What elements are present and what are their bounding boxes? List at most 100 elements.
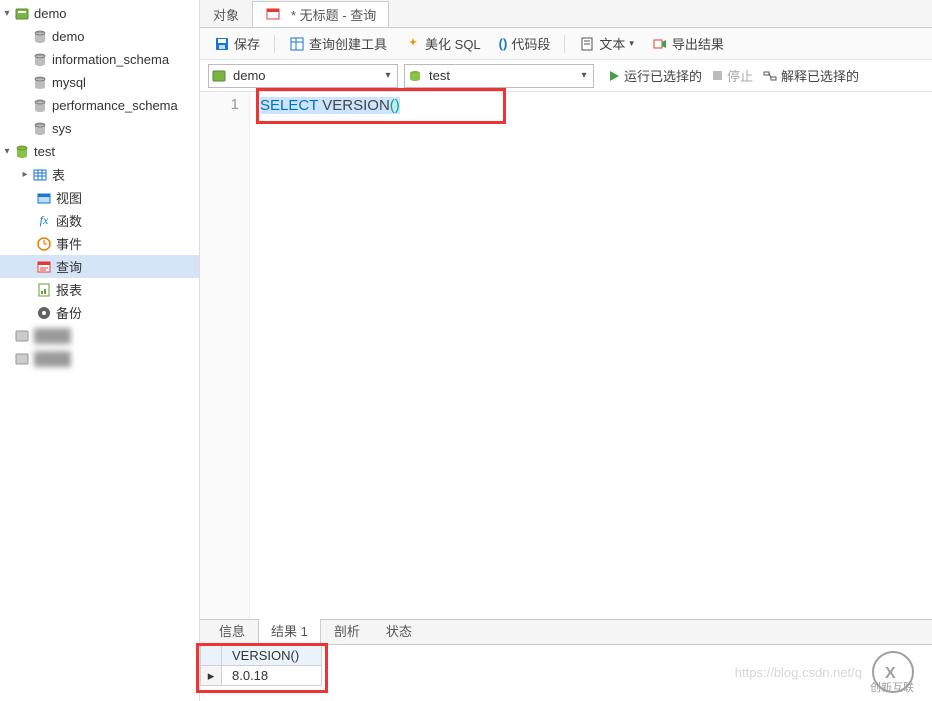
combo-text: test	[425, 68, 575, 83]
tree-reports[interactable]: 报表	[0, 278, 199, 301]
tab-result[interactable]: 结果 1	[258, 617, 321, 644]
tree-label: 函数	[56, 211, 82, 230]
tree-label: 查询	[56, 257, 82, 276]
export-button[interactable]: 导出结果	[646, 32, 730, 55]
query-builder-label: 查询创建工具	[309, 34, 387, 53]
beautify-button[interactable]: 美化 SQL	[399, 32, 487, 55]
code-area[interactable]: SELECT VERSION()	[250, 92, 932, 619]
watermark-url: https://blog.csdn.net/q	[735, 665, 862, 680]
tab-profile[interactable]: 剖析	[321, 617, 373, 644]
connection-icon	[14, 328, 30, 344]
tree-events[interactable]: 事件	[0, 232, 199, 255]
tree-db-mysql[interactable]: mysql	[0, 71, 199, 94]
database-combo[interactable]: test ▾	[404, 64, 594, 88]
save-icon	[214, 36, 230, 52]
tree-root-label: demo	[34, 6, 67, 21]
connection-icon	[209, 69, 229, 83]
chevron-down-icon[interactable]: ▾	[575, 70, 593, 81]
combo-text: demo	[229, 68, 379, 83]
view-icon	[36, 190, 52, 206]
database-icon	[32, 121, 48, 137]
run-label: 运行已选择的	[624, 66, 702, 85]
text-button[interactable]: 文本 ▾	[573, 32, 640, 55]
tree-db-information-schema[interactable]: information_schema	[0, 48, 199, 71]
chevron-down-icon[interactable]: ▾	[379, 70, 397, 81]
stop-label: 停止	[727, 66, 753, 85]
main-panel: 对象 * 无标题 - 查询 保存 查询创建工具 美化 SQL () 代码段 文本	[200, 0, 932, 701]
tree-label: 报表	[56, 280, 82, 299]
column-header[interactable]: VERSION()	[222, 646, 322, 666]
tree-label: sys	[52, 121, 72, 136]
tree-label: 表	[52, 165, 65, 184]
tree-tables[interactable]: ▸ 表	[0, 163, 199, 186]
expander-icon[interactable]: ▾	[0, 8, 14, 19]
line-number: 1	[200, 96, 239, 113]
text-label: 文本	[599, 34, 625, 53]
result-table[interactable]: VERSION() ▸ 8.0.18	[200, 645, 322, 686]
report-icon	[36, 282, 52, 298]
tree-db-test[interactable]: ▾ test	[0, 140, 199, 163]
tab-label: 剖析	[334, 624, 360, 639]
watermark: https://blog.csdn.net/q X 创新互联	[735, 649, 922, 695]
toolbar: 保存 查询创建工具 美化 SQL () 代码段 文本 ▾ 导出结果	[200, 28, 932, 60]
database-icon	[32, 75, 48, 91]
tree-label: performance_schema	[52, 98, 178, 113]
query-icon	[36, 259, 52, 275]
run-button[interactable]: 运行已选择的	[608, 66, 702, 85]
tree-db-demo[interactable]: demo	[0, 25, 199, 48]
tab-info[interactable]: 信息	[206, 617, 258, 644]
stop-button: 停止	[712, 66, 753, 85]
tree-label: information_schema	[52, 52, 169, 67]
connection-icon	[14, 6, 30, 22]
table-icon	[32, 167, 48, 183]
export-icon	[652, 36, 668, 52]
query-builder-button[interactable]: 查询创建工具	[283, 32, 393, 55]
run-bar: 运行已选择的 停止 解释已选择的	[608, 66, 859, 85]
separator	[564, 35, 565, 53]
query-icon	[265, 6, 281, 22]
sql-editor[interactable]: 1 SELECT VERSION()	[200, 92, 932, 619]
tab-label: 状态	[386, 624, 412, 639]
tree: ▾ demo demo information_schema mysql per…	[0, 0, 199, 372]
database-open-icon	[14, 144, 30, 160]
tree-label: 事件	[56, 234, 82, 253]
tree-backup[interactable]: 备份	[0, 301, 199, 324]
separator	[274, 35, 275, 53]
tree-views[interactable]: 视图	[0, 186, 199, 209]
tree-query[interactable]: 查询	[0, 255, 199, 278]
query-builder-icon	[289, 36, 305, 52]
tree-functions[interactable]: fx 函数	[0, 209, 199, 232]
chevron-down-icon: ▾	[629, 38, 634, 49]
save-label: 保存	[234, 34, 260, 53]
text-icon	[579, 36, 595, 52]
tree-root-demo[interactable]: ▾ demo	[0, 2, 199, 25]
tab-query[interactable]: * 无标题 - 查询	[252, 1, 389, 27]
database-icon	[405, 69, 425, 83]
tab-label: 结果 1	[271, 624, 308, 639]
save-button[interactable]: 保存	[208, 32, 266, 55]
tab-objects[interactable]: 对象	[200, 1, 252, 27]
explain-button[interactable]: 解释已选择的	[763, 66, 859, 85]
database-icon	[32, 52, 48, 68]
expander-icon[interactable]: ▾	[0, 146, 14, 157]
tree-db-performance-schema[interactable]: performance_schema	[0, 94, 199, 117]
event-icon	[36, 236, 52, 252]
tab-label: * 无标题 - 查询	[291, 5, 376, 24]
tree-label: test	[34, 144, 55, 159]
sidebar: ▾ demo demo information_schema mysql per…	[0, 0, 200, 701]
tab-label: 对象	[213, 5, 239, 24]
watermark-brand: 创新互联	[870, 679, 914, 695]
snippet-button[interactable]: () 代码段	[493, 32, 557, 55]
result-tabs: 信息 结果 1 剖析 状态	[200, 619, 932, 645]
database-icon	[32, 29, 48, 45]
sql-keyword: SELECT	[260, 97, 318, 114]
play-icon	[608, 70, 620, 82]
result-cell[interactable]: 8.0.18	[222, 666, 322, 686]
tree-db-sys[interactable]: sys	[0, 117, 199, 140]
tab-status[interactable]: 状态	[373, 617, 425, 644]
connection-combo[interactable]: demo ▾	[208, 64, 398, 88]
tree-conn-hidden2[interactable]: ████	[0, 347, 199, 370]
tree-conn-hidden1[interactable]: ████	[0, 324, 199, 347]
expander-icon[interactable]: ▸	[18, 169, 32, 180]
snippet-icon: ()	[499, 36, 508, 51]
